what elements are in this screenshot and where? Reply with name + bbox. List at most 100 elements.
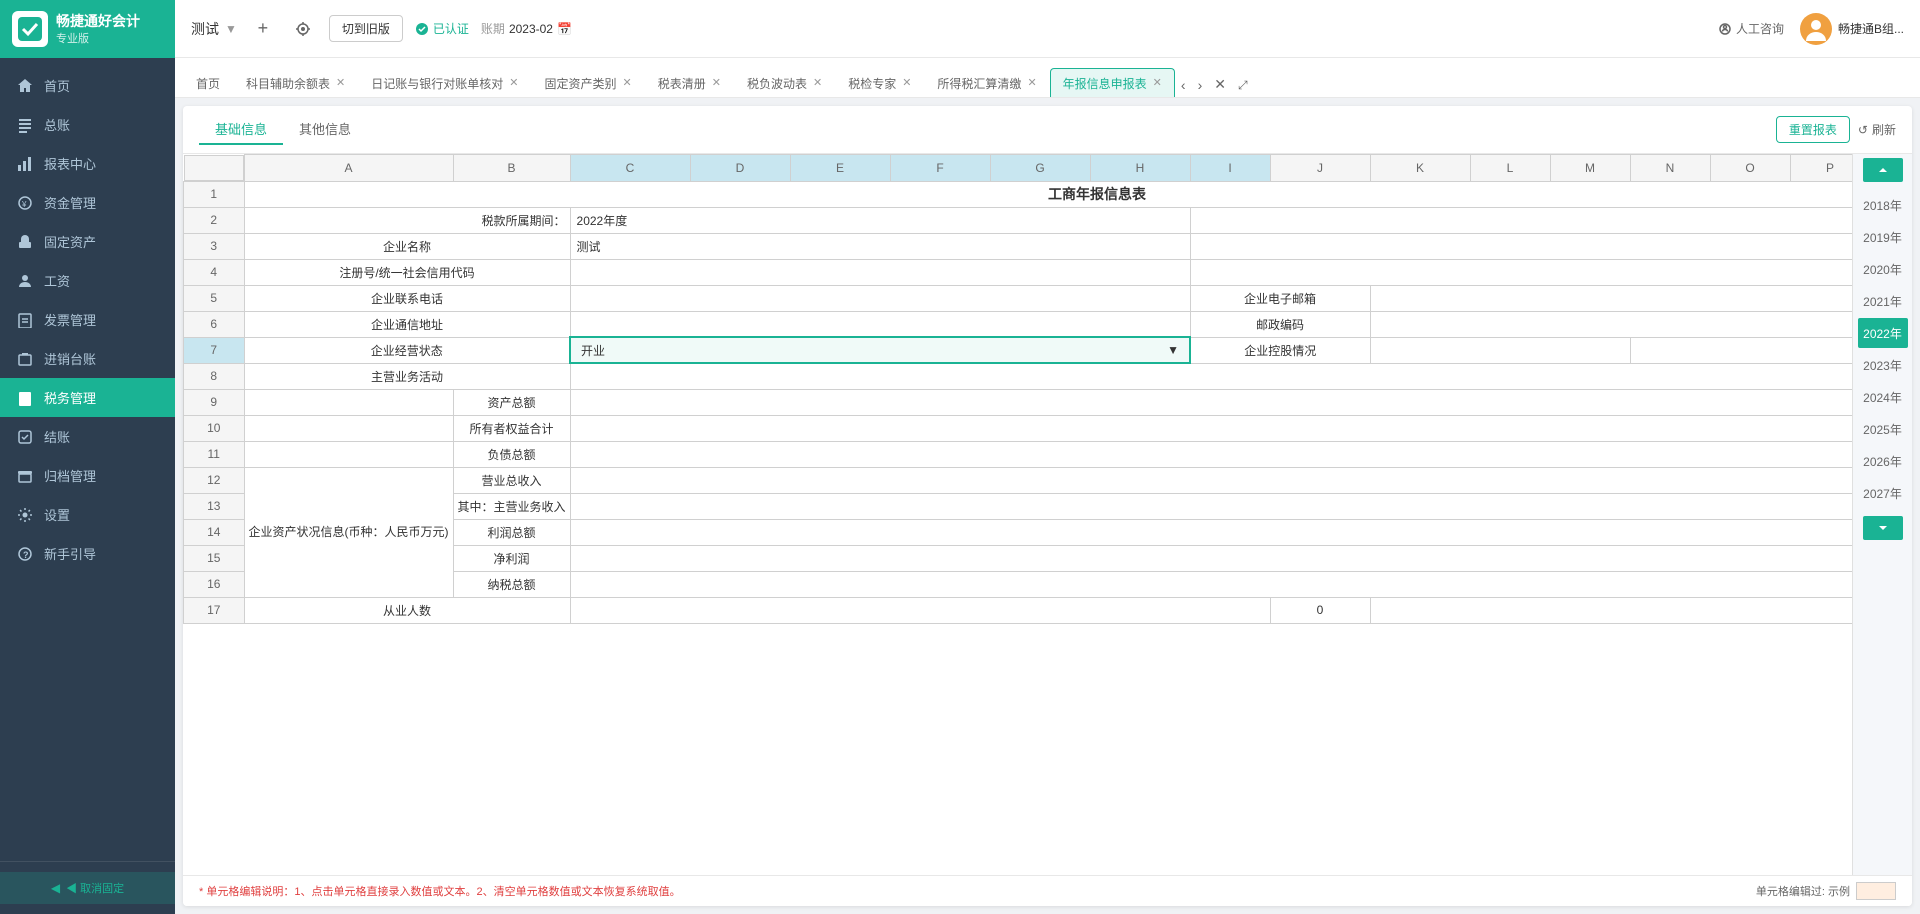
cell-6-val[interactable] [570, 311, 1190, 337]
sidebar-item-payroll[interactable]: 工资 [0, 261, 175, 300]
col-header-j[interactable]: J [1270, 155, 1370, 182]
add-button[interactable]: + [249, 15, 277, 43]
year-item-2018[interactable]: 2018年 [1858, 190, 1908, 220]
cell-9-b[interactable]: 资产总额 [453, 389, 570, 415]
year-item-2021[interactable]: 2021年 [1858, 286, 1908, 316]
cell-3-rest[interactable] [1190, 233, 1852, 259]
cell-17-val[interactable] [570, 597, 1270, 623]
col-header-h[interactable]: H [1090, 155, 1190, 182]
row-num-7[interactable]: 7 [184, 337, 245, 363]
cell-3-val[interactable]: 测试 [570, 233, 1190, 259]
cell-15-b[interactable]: 净利润 [453, 545, 570, 571]
tab-close-tax-expert[interactable]: ✕ [902, 78, 911, 89]
cell-7-label[interactable]: 企业经营状态 [244, 337, 570, 363]
cell-11-b[interactable]: 负债总额 [453, 441, 570, 467]
row-num-5[interactable]: 5 [184, 285, 245, 311]
cell-10-b[interactable]: 所有者权益合计 [453, 415, 570, 441]
cell-17-label[interactable]: 从业人数 [244, 597, 570, 623]
cell-14-b[interactable]: 利润总额 [453, 519, 570, 545]
cell-11-val[interactable] [570, 441, 1852, 467]
year-item-2019[interactable]: 2019年 [1858, 222, 1908, 252]
row-num-1[interactable]: 1 [184, 181, 245, 207]
cell-12-b[interactable]: 营业总收入 [453, 467, 570, 493]
year-item-2026[interactable]: 2026年 [1858, 446, 1908, 476]
cell-13-b[interactable]: 其中：主营业务收入 [453, 493, 570, 519]
cell-4-val[interactable] [570, 259, 1190, 285]
tab-close-all-btn[interactable]: ✕ [1208, 72, 1232, 97]
cell-6-j-val[interactable] [1370, 311, 1852, 337]
col-header-n[interactable]: N [1630, 155, 1710, 182]
tab-close-tax-burden[interactable]: ✕ [813, 78, 822, 89]
row-num-16[interactable]: 16 [184, 571, 245, 597]
corner-cell[interactable] [184, 155, 244, 181]
col-header-e[interactable]: E [790, 155, 890, 182]
tab-close-annual-report[interactable]: ✕ [1153, 78, 1162, 89]
spreadsheet-wrapper[interactable]: A B C D E F G H I J [183, 154, 1852, 875]
year-item-2020[interactable]: 2020年 [1858, 254, 1908, 284]
sidebar-item-funds[interactable]: ¥ 资金管理 [0, 183, 175, 222]
row-num-15[interactable]: 15 [184, 545, 245, 571]
cell-2-j[interactable] [1190, 207, 1852, 233]
tab-tax-expert[interactable]: 税检专家 ✕ [835, 68, 924, 98]
tab-tax-forms[interactable]: 税表清册 ✕ [645, 68, 734, 98]
sidebar-item-ledger[interactable]: 总账 [0, 105, 175, 144]
col-header-b[interactable]: B [453, 155, 570, 182]
tab-next-btn[interactable]: › [1192, 73, 1209, 97]
year-item-2027[interactable]: 2027年 [1858, 478, 1908, 508]
cell-10-val[interactable] [570, 415, 1852, 441]
col-header-f[interactable]: F [890, 155, 990, 182]
cell-8-label[interactable]: 主营业务活动 [244, 363, 570, 389]
tab-income-tax[interactable]: 所得税汇算清缴 ✕ [924, 68, 1049, 98]
year-item-2024[interactable]: 2024年 [1858, 382, 1908, 412]
sidebar-item-inventory[interactable]: 进销台账 [0, 339, 175, 378]
cell-15-val[interactable] [570, 545, 1852, 571]
sidebar-item-settings[interactable]: 设置 [0, 495, 175, 534]
sidebar-item-closing[interactable]: 结账 [0, 417, 175, 456]
cell-13-val[interactable] [570, 493, 1852, 519]
cell-12-val[interactable] [570, 467, 1852, 493]
col-header-k[interactable]: K [1370, 155, 1470, 182]
col-header-c[interactable]: C [570, 155, 690, 182]
row-num-10[interactable]: 10 [184, 415, 245, 441]
row-num-6[interactable]: 6 [184, 311, 245, 337]
sidebar-item-guide[interactable]: ? 新手引导 [0, 534, 175, 573]
cell-4-label[interactable]: 注册号/统一社会信用代码 [244, 259, 570, 285]
sidebar-item-home[interactable]: 首页 [0, 66, 175, 105]
cell-7-dropdown[interactable]: 开业 ▼ [570, 337, 1190, 363]
sheet-tab-other[interactable]: 其他信息 [283, 114, 367, 145]
col-header-o[interactable]: O [1710, 155, 1790, 182]
tab-expand-btn[interactable]: ⤢ [1232, 74, 1254, 97]
row-num-3[interactable]: 3 [184, 233, 245, 259]
cell-16-val[interactable] [570, 571, 1852, 597]
tab-close-fixed-assets[interactable]: ✕ [623, 78, 632, 89]
tab-close-balance[interactable]: ✕ [336, 78, 345, 89]
col-header-i[interactable]: I [1190, 155, 1270, 182]
tab-close-tax-forms[interactable]: ✕ [712, 78, 721, 89]
row-num-9[interactable]: 9 [184, 389, 245, 415]
year-down-btn[interactable] [1863, 516, 1903, 540]
cell-5-label[interactable]: 企业联系电话 [244, 285, 570, 311]
refresh-btn[interactable]: ↺ 刷新 [1858, 121, 1896, 138]
cell-7-j-val[interactable] [1370, 337, 1630, 363]
cell-5-j-val[interactable] [1370, 285, 1852, 311]
cell-6-j-label[interactable]: 邮政编码 [1190, 311, 1370, 337]
row-num-14[interactable]: 14 [184, 519, 245, 545]
old-version-button[interactable]: 切到旧版 [329, 15, 403, 42]
tab-annual-report[interactable]: 年报信息申报表 ✕ [1050, 68, 1175, 98]
cell-7-right-val[interactable]: 私营企业 [1630, 337, 1852, 363]
cell-5-j-label[interactable]: 企业电子邮箱 [1190, 285, 1370, 311]
cell-6-label[interactable]: 企业通信地址 [244, 311, 570, 337]
row-num-8[interactable]: 8 [184, 363, 245, 389]
tab-home[interactable]: 首页 [183, 68, 233, 98]
col-header-d[interactable]: D [690, 155, 790, 182]
col-header-a[interactable]: A [244, 155, 453, 182]
service-button[interactable]: 人工咨询 [1718, 20, 1784, 37]
cell-4-rest[interactable] [1190, 259, 1852, 285]
cell-10-a[interactable] [244, 415, 453, 441]
cell-9-a[interactable] [244, 389, 453, 415]
col-header-p[interactable]: P [1790, 155, 1852, 182]
calendar-icon[interactable]: 📅 [557, 22, 572, 36]
year-item-2025[interactable]: 2025年 [1858, 414, 1908, 444]
cell-17-rest[interactable] [1370, 597, 1852, 623]
col-header-g[interactable]: G [990, 155, 1090, 182]
